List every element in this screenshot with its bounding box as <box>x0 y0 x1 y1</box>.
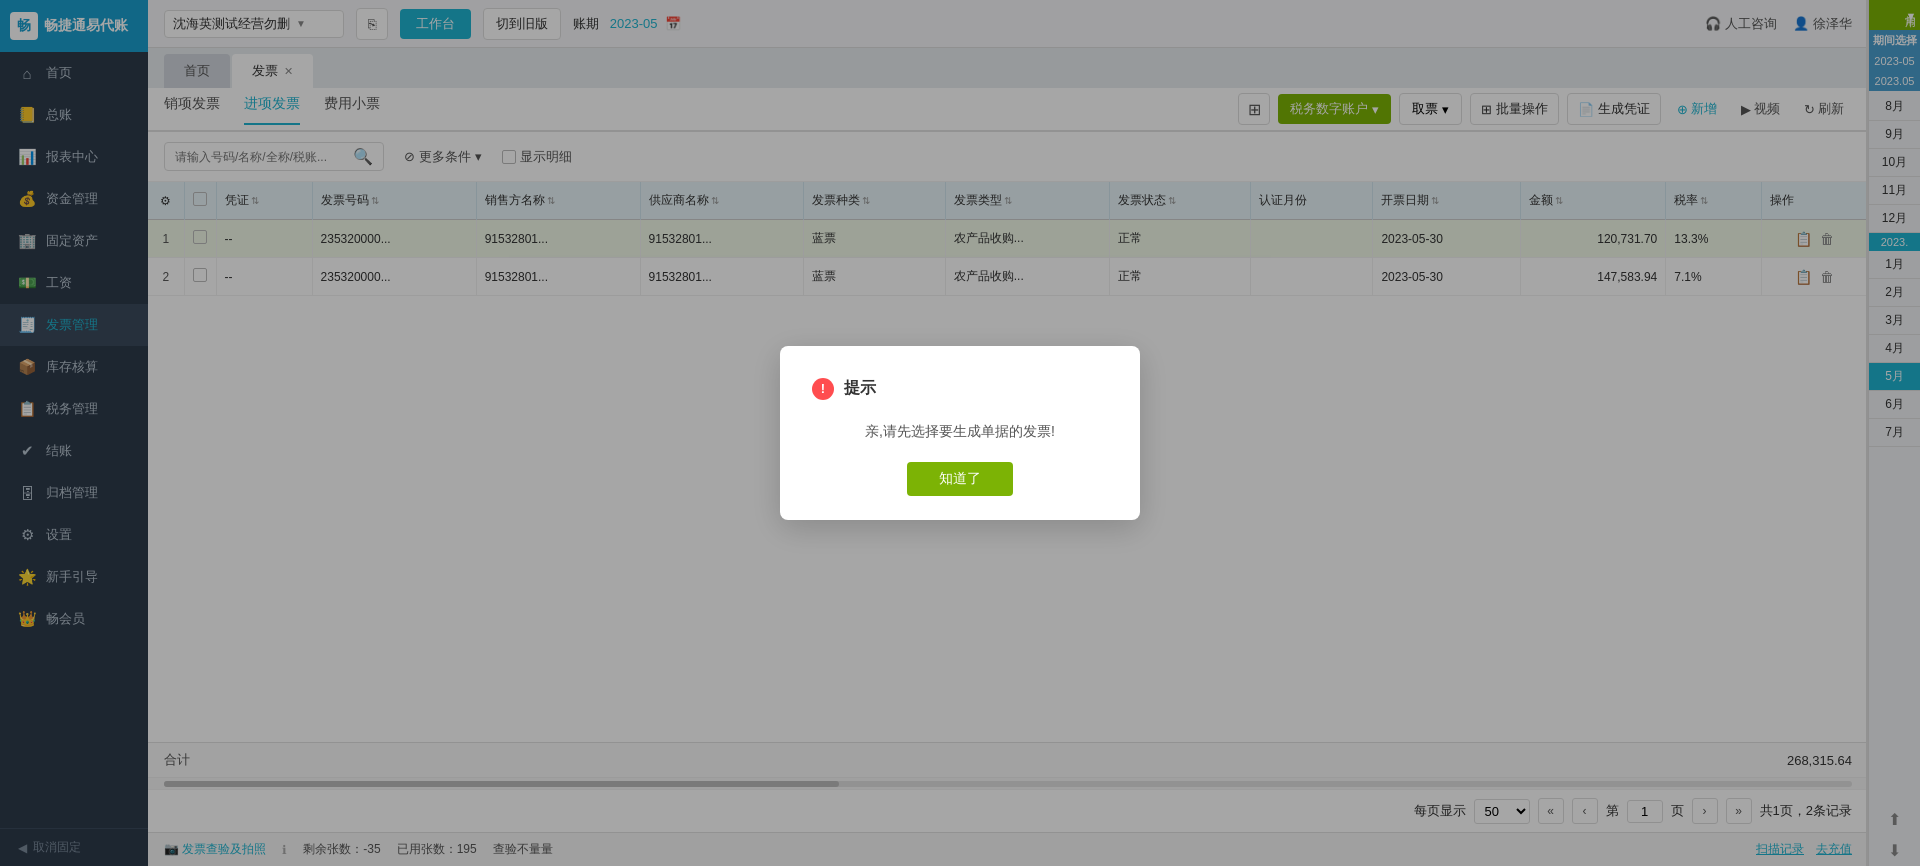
confirm-button[interactable]: 知道了 <box>907 462 1013 496</box>
dialog-footer: 知道了 <box>907 462 1013 496</box>
warning-icon: ! <box>812 378 834 400</box>
alert-dialog: ! 提示 亲,请先选择要生成单据的发票! 知道了 <box>780 346 1140 520</box>
dialog-overlay[interactable]: ! 提示 亲,请先选择要生成单据的发票! 知道了 <box>0 0 1920 866</box>
dialog-title: 提示 <box>844 378 876 399</box>
dialog-message: 亲,请先选择要生成单据的发票! <box>865 423 1055 439</box>
dialog-header: ! 提示 <box>812 378 876 400</box>
dialog-body: 亲,请先选择要生成单据的发票! <box>865 420 1055 442</box>
